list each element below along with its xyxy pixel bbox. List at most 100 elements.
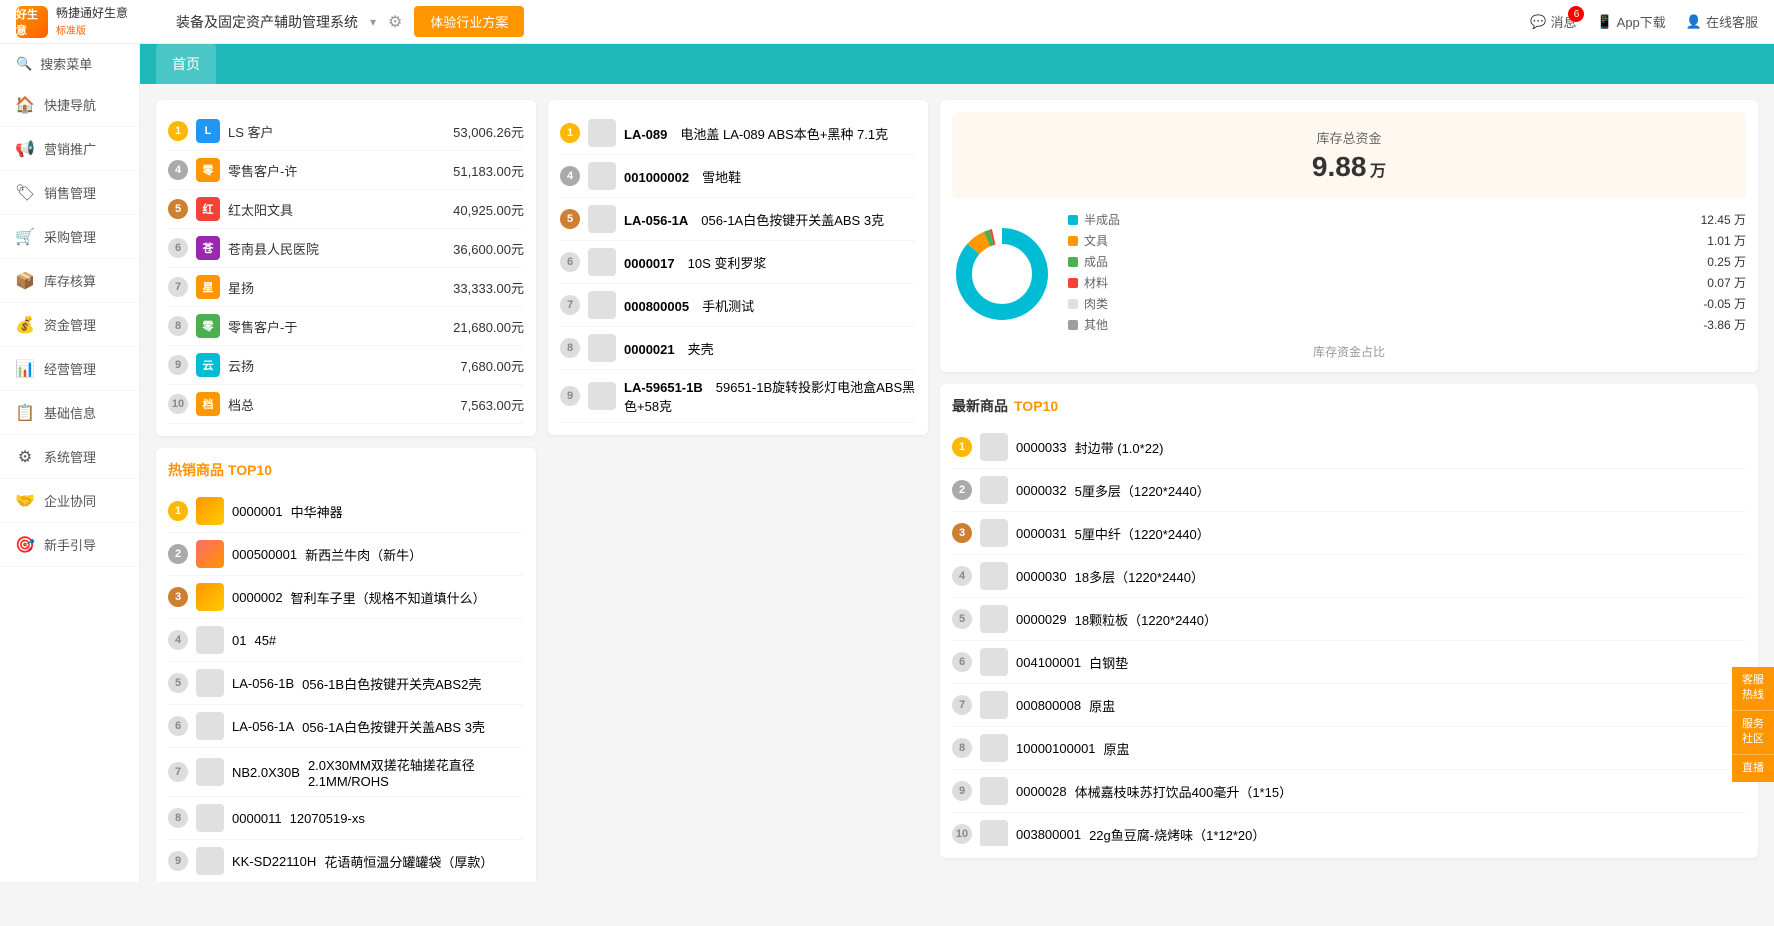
float-live-btn[interactable]: 直播 — [1732, 755, 1774, 782]
float-community-btn[interactable]: 服务社区 — [1732, 711, 1774, 755]
inventory-legend: 半成品 12.45 万 文具 1.01 万 成品 0.25 万 — [1068, 211, 1746, 337]
home-icon: 🏠 — [16, 96, 34, 114]
hp-img-2 — [588, 162, 616, 190]
sidebar-item-inventory[interactable]: 📦 库存核算 — [0, 259, 139, 303]
rank-num-7: 9 — [168, 355, 188, 375]
hp-img-4 — [588, 248, 616, 276]
right-column: 库存总资金 9.88 万 — [940, 100, 1758, 882]
hp-info-3: LA-056-1A 056-1A白色按键开关盖ABS 3克 — [624, 210, 916, 229]
np-img-7 — [980, 691, 1008, 719]
hp-info-4: 0000017 10S 变利罗浆 — [624, 253, 916, 272]
rank-amount-7: 7,680.00元 — [460, 356, 524, 375]
inventory-value: 9.88 — [1312, 151, 1367, 182]
sidebar-item-marketing-label: 营销推广 — [44, 139, 96, 158]
rank-avatar-1: L — [196, 119, 220, 143]
np-code-7: 000800008 — [1016, 698, 1081, 713]
legend-name-2: 文具 — [1084, 232, 1701, 249]
hot-prod2-item-3: 3 0000002 智利车子里（规格不知道填什么） — [168, 576, 524, 619]
rank-name-8: 档总 — [228, 395, 452, 414]
logo-text-area: 畅捷通好生意 标准版 — [56, 6, 128, 37]
sidebar-item-basic[interactable]: 📋 基础信息 — [0, 391, 139, 435]
system-arrow-icon[interactable]: ▾ — [370, 15, 376, 29]
sidebar-item-collab-label: 企业协同 — [44, 491, 96, 510]
inventory-card: 库存总资金 9.88 万 — [940, 100, 1758, 372]
hp-rank-6: 8 — [560, 338, 580, 358]
message-btn[interactable]: 💬 消息 6 — [1530, 12, 1576, 31]
rank-amount-8: 7,563.00元 — [460, 395, 524, 414]
rank-name-7: 云扬 — [228, 356, 452, 375]
rank-amount-1: 53,006.26元 — [453, 122, 524, 141]
legend-val-6: -3.86 万 — [1703, 316, 1746, 333]
hot-products-card: 1 LA-089 电池盖 LA-089 ABS本色+黑种 7.1克 4 0010… — [548, 100, 928, 435]
inventory-unit: 万 — [1370, 163, 1386, 180]
sidebar-item-system[interactable]: ⚙ 系统管理 — [0, 435, 139, 479]
rank-name-6: 零售客户-于 — [228, 317, 445, 336]
service-label: 在线客服 — [1706, 12, 1758, 31]
legend-dot-5 — [1068, 299, 1078, 309]
sidebar-item-operations[interactable]: 📊 经营管理 — [0, 347, 139, 391]
logo-icon: 好生意 — [16, 6, 48, 38]
np-img-3 — [980, 519, 1008, 547]
logo-title: 畅捷通好生意 — [56, 6, 128, 22]
header-system: 装备及固定资产辅助管理系统 ▾ ⚙ 体验行业方案 — [176, 6, 1530, 37]
hp2-rank-8: 8 — [168, 808, 188, 828]
inventory-subtitle: 库存资金占比 — [952, 343, 1746, 360]
np-img-5 — [980, 605, 1008, 633]
hp-code-1: LA-089 电池盖 LA-089 ABS本色+黑种 7.1克 — [624, 124, 916, 143]
rank-avatar-8: 档 — [196, 392, 220, 416]
new-prod-4: 4 0000030 18多层（1220*2440） — [952, 555, 1746, 598]
sidebar-item-purchase[interactable]: 🛒 采购管理 — [0, 215, 139, 259]
sidebar-item-collab[interactable]: 🤝 企业协同 — [0, 479, 139, 523]
hp2-img-6 — [196, 712, 224, 740]
hp-rank-1: 1 — [560, 123, 580, 143]
hp2-img-1 — [196, 497, 224, 525]
logo-badge: 标准版 — [56, 22, 128, 37]
np-rank-5: 5 — [952, 609, 972, 629]
rank-name-1: LS 客户 — [228, 122, 445, 141]
trial-button[interactable]: 体验行业方案 — [414, 6, 524, 37]
sidebar-item-home[interactable]: 🏠 快捷导航 — [0, 83, 139, 127]
hp-rank-7: 9 — [560, 386, 580, 406]
left-column: 1 L LS 客户 53,006.26元 4 零 零售客户-许 51,183.0… — [156, 100, 536, 882]
message-icon: 💬 — [1530, 14, 1546, 30]
hp2-rank-9: 9 — [168, 851, 188, 871]
hot-prod-item-7: 9 LA-59651-1B 59651-1B旋转投影灯电池盒ABS黑色+58克 — [560, 370, 916, 423]
purchase-icon: 🛒 — [16, 228, 34, 246]
sidebar-item-marketing[interactable]: 📢 营销推广 — [0, 127, 139, 171]
hp-code-5: 000800005 手机测试 — [624, 296, 916, 315]
online-service-btn[interactable]: 👤 在线客服 — [1686, 12, 1758, 31]
legend-name-4: 材料 — [1084, 274, 1701, 291]
sidebar-item-system-label: 系统管理 — [44, 447, 96, 466]
new-prod-10: 10 003800001 22g鱼豆腐-烧烤味（1*12*20） — [952, 813, 1746, 846]
hp2-img-9 — [196, 847, 224, 875]
system-name: 装备及固定资产辅助管理系统 — [176, 12, 358, 32]
float-service-btn[interactable]: 客服热线 — [1732, 667, 1774, 711]
hp2-rank-7: 7 — [168, 762, 188, 782]
sidebar-item-sales[interactable]: 🏷 销售管理 — [0, 171, 139, 215]
home-tab[interactable]: 首页 — [156, 44, 216, 84]
np-code-8: 10000100001 — [1016, 741, 1096, 756]
hp-code-6: 0000021 夹壳 — [624, 339, 916, 358]
rank-avatar-2: 零 — [196, 158, 220, 182]
hp2-name-9: 花语萌恒温分罐罐袋（厚款） — [324, 852, 493, 871]
hp2-name-7: 2.0X30MM双搓花轴搓花直径2.1MM/ROHS — [308, 755, 524, 789]
app-download-btn[interactable]: 📱 App下载 — [1596, 12, 1665, 31]
hot-products2-card: 热销商品 TOP10 1 0000001 中华神器 2 000500001 新西… — [156, 448, 536, 882]
rank-item-6: 8 零 零售客户-于 21,680.00元 — [168, 307, 524, 346]
np-rank-6: 6 — [952, 652, 972, 672]
legend-val-4: 0.07 万 — [1707, 274, 1746, 291]
newest-title-text: 最新商品 — [952, 396, 1008, 416]
system-gear-icon[interactable]: ⚙ — [388, 12, 402, 32]
hot-prod-item-1: 1 LA-089 电池盖 LA-089 ABS本色+黑种 7.1克 — [560, 112, 916, 155]
search-menu-item[interactable]: 🔍 搜索菜单 — [0, 44, 139, 83]
hp-code-2: 001000002 雪地鞋 — [624, 167, 916, 186]
np-name-7: 原盅 — [1089, 696, 1115, 715]
sidebar-item-finance[interactable]: 💰 资金管理 — [0, 303, 139, 347]
new-prod-5: 5 0000029 18颗粒板（1220*2440） — [952, 598, 1746, 641]
np-rank-4: 4 — [952, 566, 972, 586]
rank-name-3: 红太阳文具 — [228, 200, 445, 219]
sidebar-item-guide[interactable]: 🎯 新手引导 — [0, 523, 139, 567]
inventory-icon: 📦 — [16, 272, 34, 290]
hot-prod2-item-6: 6 LA-056-1A 056-1A白色按键开关盖ABS 3壳 — [168, 705, 524, 748]
hp2-rank-1: 1 — [168, 501, 188, 521]
